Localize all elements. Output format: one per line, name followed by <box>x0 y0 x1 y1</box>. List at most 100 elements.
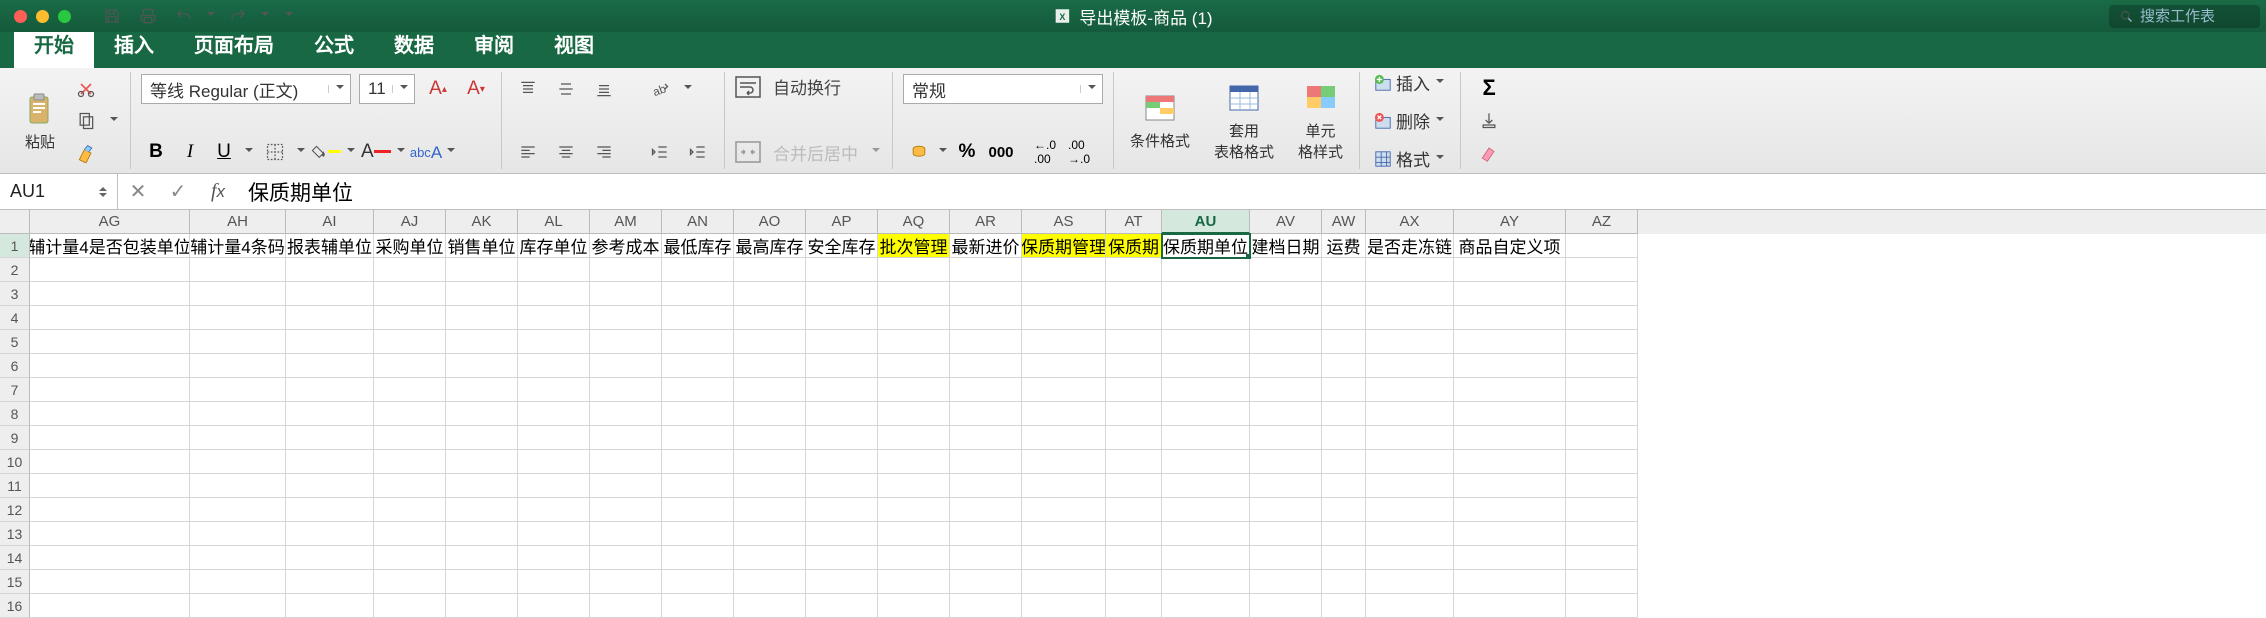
cell-AH9[interactable] <box>190 426 286 450</box>
cell-AZ10[interactable] <box>1566 450 1638 474</box>
cell-AJ14[interactable] <box>374 546 446 570</box>
fill-color-dropdown[interactable] <box>345 137 357 167</box>
cell-AY1[interactable]: 商品自定义项 <box>1454 234 1566 258</box>
cell-AI10[interactable] <box>286 450 374 474</box>
cell-AM1[interactable]: 参考成本 <box>590 234 662 258</box>
align-middle-button[interactable] <box>550 74 582 104</box>
col-header-AQ[interactable]: AQ <box>878 210 950 234</box>
font-size-select[interactable]: 11 <box>359 74 415 104</box>
cell-AQ4[interactable] <box>878 306 950 330</box>
cell-AN2[interactable] <box>662 258 734 282</box>
cell-AL7[interactable] <box>518 378 590 402</box>
cell-AZ13[interactable] <box>1566 522 1638 546</box>
cell-AS6[interactable] <box>1022 354 1106 378</box>
cell-AK5[interactable] <box>446 330 518 354</box>
cell-AW4[interactable] <box>1322 306 1366 330</box>
cell-AR12[interactable] <box>950 498 1022 522</box>
cell-AX12[interactable] <box>1366 498 1454 522</box>
col-header-AH[interactable]: AH <box>190 210 286 234</box>
cell-AI4[interactable] <box>286 306 374 330</box>
cell-AJ8[interactable] <box>374 402 446 426</box>
cell-AO10[interactable] <box>734 450 806 474</box>
cell-AR16[interactable] <box>950 594 1022 618</box>
cell-AL15[interactable] <box>518 570 590 594</box>
cell-AJ7[interactable] <box>374 378 446 402</box>
paste-dropdown[interactable] <box>108 106 120 136</box>
cell-AO16[interactable] <box>734 594 806 618</box>
cell-AU5[interactable] <box>1162 330 1250 354</box>
redo-icon[interactable] <box>223 5 253 27</box>
cell-AQ12[interactable] <box>878 498 950 522</box>
cell-AY2[interactable] <box>1454 258 1566 282</box>
cell-AY12[interactable] <box>1454 498 1566 522</box>
cell-AW10[interactable] <box>1322 450 1366 474</box>
cell-AJ6[interactable] <box>374 354 446 378</box>
cell-AR8[interactable] <box>950 402 1022 426</box>
redo-dropdown[interactable] <box>259 1 271 31</box>
cell-AU10[interactable] <box>1162 450 1250 474</box>
format-dropdown[interactable] <box>1434 144 1446 174</box>
cell-AG16[interactable] <box>30 594 190 618</box>
cell-AW15[interactable] <box>1322 570 1366 594</box>
cell-AX6[interactable] <box>1366 354 1454 378</box>
cell-AK3[interactable] <box>446 282 518 306</box>
cell-AU15[interactable] <box>1162 570 1250 594</box>
cell-AN8[interactable] <box>662 402 734 426</box>
italic-button[interactable]: I <box>175 137 205 167</box>
cell-AK8[interactable] <box>446 402 518 426</box>
cell-AQ13[interactable] <box>878 522 950 546</box>
col-header-AP[interactable]: AP <box>806 210 878 234</box>
cell-AW11[interactable] <box>1322 474 1366 498</box>
cell-AH4[interactable] <box>190 306 286 330</box>
cell-AI3[interactable] <box>286 282 374 306</box>
cell-AZ15[interactable] <box>1566 570 1638 594</box>
cell-AZ8[interactable] <box>1566 402 1638 426</box>
cell-AJ2[interactable] <box>374 258 446 282</box>
cell-AS2[interactable] <box>1022 258 1106 282</box>
underline-button[interactable]: U <box>209 137 239 167</box>
cell-AK12[interactable] <box>446 498 518 522</box>
cell-AO13[interactable] <box>734 522 806 546</box>
cell-AV9[interactable] <box>1250 426 1322 450</box>
cell-AG1[interactable]: 辅计量4是否包装单位 <box>30 234 190 258</box>
cell-AH12[interactable] <box>190 498 286 522</box>
col-header-AL[interactable]: AL <box>518 210 590 234</box>
cell-AP14[interactable] <box>806 546 878 570</box>
cell-AX13[interactable] <box>1366 522 1454 546</box>
decrease-indent-button[interactable] <box>644 137 676 167</box>
cell-AP7[interactable] <box>806 378 878 402</box>
cell-AN13[interactable] <box>662 522 734 546</box>
cell-AV3[interactable] <box>1250 282 1322 306</box>
cell-AS7[interactable] <box>1022 378 1106 402</box>
cell-AT16[interactable] <box>1106 594 1162 618</box>
cell-AU12[interactable] <box>1162 498 1250 522</box>
cell-AU8[interactable] <box>1162 402 1250 426</box>
cell-AK15[interactable] <box>446 570 518 594</box>
col-header-AM[interactable]: AM <box>590 210 662 234</box>
cell-AV14[interactable] <box>1250 546 1322 570</box>
row-header-16[interactable]: 16 <box>0 594 30 618</box>
cell-AJ11[interactable] <box>374 474 446 498</box>
font-color-button[interactable]: A <box>361 137 391 167</box>
cell-AS10[interactable] <box>1022 450 1106 474</box>
cell-AY6[interactable] <box>1454 354 1566 378</box>
cell-AT13[interactable] <box>1106 522 1162 546</box>
cell-AW16[interactable] <box>1322 594 1366 618</box>
orientation-dropdown[interactable] <box>682 74 694 104</box>
increase-font-button[interactable]: A▴ <box>423 74 453 104</box>
borders-button[interactable] <box>259 137 291 167</box>
cell-AQ9[interactable] <box>878 426 950 450</box>
fill-color-button[interactable] <box>311 137 341 167</box>
cell-AJ9[interactable] <box>374 426 446 450</box>
cell-AX14[interactable] <box>1366 546 1454 570</box>
clear-button[interactable] <box>1471 139 1507 167</box>
enter-formula-button[interactable]: ✓ <box>158 174 198 209</box>
cell-AM6[interactable] <box>590 354 662 378</box>
row-header-13[interactable]: 13 <box>0 522 30 546</box>
cell-AY13[interactable] <box>1454 522 1566 546</box>
cell-AJ16[interactable] <box>374 594 446 618</box>
col-header-AV[interactable]: AV <box>1250 210 1322 234</box>
cell-AZ4[interactable] <box>1566 306 1638 330</box>
cell-AI9[interactable] <box>286 426 374 450</box>
cell-AR7[interactable] <box>950 378 1022 402</box>
